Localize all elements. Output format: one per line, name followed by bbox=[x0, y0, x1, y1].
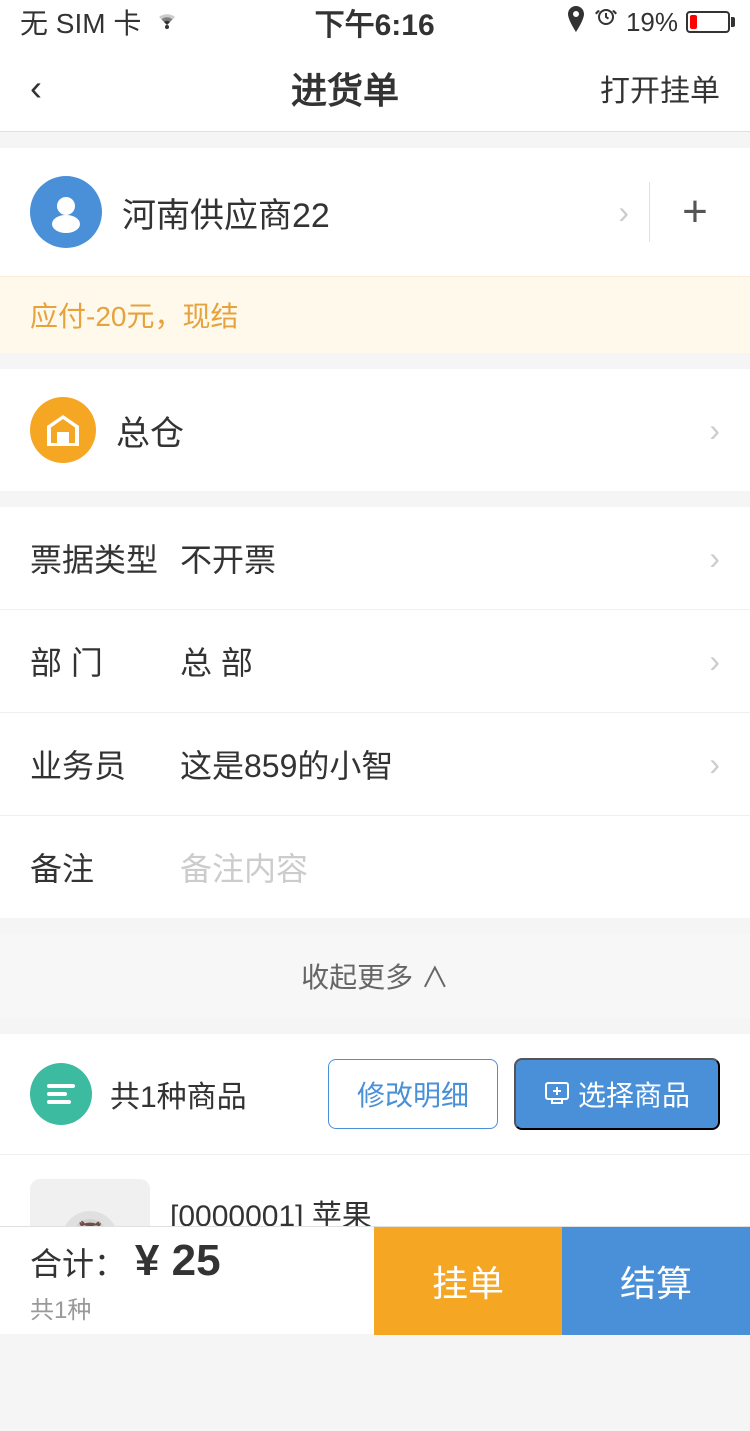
salesperson-row[interactable]: 业务员 这是859的小智 › bbox=[0, 713, 750, 816]
total-count: 共1种 bbox=[30, 1290, 344, 1325]
checkout-button[interactable]: 结算 bbox=[562, 1227, 750, 1335]
remark-label: 备注 bbox=[30, 844, 170, 890]
warehouse-name: 总仓 bbox=[116, 406, 709, 455]
bottom-spacer bbox=[0, 1323, 750, 1431]
add-supplier-button[interactable]: + bbox=[670, 187, 720, 237]
total-line: 合计： ¥ 25 bbox=[30, 1236, 344, 1286]
collapse-row[interactable]: 收起更多 ∧ bbox=[0, 934, 750, 1018]
network-label: 无 SIM 卡 bbox=[20, 2, 141, 42]
supplier-row[interactable]: 河南供应商22 › + bbox=[0, 148, 750, 276]
supplier-chevron-icon: › bbox=[618, 194, 629, 231]
warehouse-section: 总仓 › bbox=[0, 369, 750, 491]
status-left: 无 SIM 卡 bbox=[20, 2, 183, 42]
remark-row[interactable]: 备注 备注内容 bbox=[0, 816, 750, 918]
status-bar: 无 SIM 卡 下午6:16 19% bbox=[0, 0, 750, 44]
total-section: 合计： ¥ 25 共1种 bbox=[0, 1236, 374, 1325]
location-icon bbox=[566, 6, 586, 39]
notice-bar: 应付-20元，现结 bbox=[0, 276, 750, 353]
remark-placeholder: 备注内容 bbox=[170, 844, 720, 890]
page-title: 进货单 bbox=[291, 62, 399, 114]
department-row[interactable]: 部 门 总 部 › bbox=[0, 610, 750, 713]
back-button[interactable]: ‹ bbox=[30, 67, 90, 109]
invoice-type-label: 票据类型 bbox=[30, 535, 170, 581]
supplier-avatar bbox=[30, 176, 102, 248]
invoice-type-chevron: › bbox=[709, 540, 720, 577]
form-section: 票据类型 不开票 › 部 门 总 部 › 业务员 这是859的小智 › 备注 备… bbox=[0, 507, 750, 918]
supplier-section: 河南供应商22 › + 应付-20元，现结 bbox=[0, 148, 750, 353]
department-value: 总 部 bbox=[170, 638, 709, 684]
department-chevron: › bbox=[709, 643, 720, 680]
product-header: 共1种商品 修改明细 选择商品 bbox=[0, 1034, 750, 1155]
edit-detail-button[interactable]: 修改明细 bbox=[328, 1059, 498, 1129]
select-product-label: 选择商品 bbox=[578, 1074, 690, 1114]
warehouse-icon bbox=[30, 397, 96, 463]
time-label: 下午6:16 bbox=[315, 0, 435, 44]
bottom-bar: 合计： ¥ 25 共1种 挂单 结算 bbox=[0, 1226, 750, 1334]
total-label: 合计： bbox=[30, 1246, 126, 1282]
open-pending-button[interactable]: 打开挂单 bbox=[600, 66, 720, 110]
salesperson-chevron: › bbox=[709, 746, 720, 783]
wifi-icon bbox=[151, 6, 183, 38]
warehouse-row[interactable]: 总仓 › bbox=[0, 369, 750, 491]
salesperson-value: 这是859的小智 bbox=[170, 741, 709, 787]
product-count-icon bbox=[30, 1063, 92, 1125]
warehouse-chevron-icon: › bbox=[709, 412, 720, 449]
battery-icon bbox=[686, 11, 730, 33]
product-count-label: 共1种商品 bbox=[110, 1072, 328, 1116]
department-label: 部 门 bbox=[30, 638, 170, 684]
battery-fill bbox=[690, 15, 697, 29]
select-product-button[interactable]: 选择商品 bbox=[514, 1058, 720, 1130]
battery-label: 19% bbox=[626, 7, 678, 38]
alarm-icon bbox=[594, 7, 618, 38]
supplier-name: 河南供应商22 bbox=[122, 188, 618, 237]
collapse-label: 收起更多 ∧ bbox=[301, 956, 449, 996]
nav-bar: ‹ 进货单 打开挂单 bbox=[0, 44, 750, 132]
total-amount: ¥ 25 bbox=[135, 1236, 221, 1285]
status-right: 19% bbox=[566, 6, 730, 39]
suspend-button[interactable]: 挂单 bbox=[374, 1227, 562, 1335]
invoice-type-row[interactable]: 票据类型 不开票 › bbox=[0, 507, 750, 610]
divider bbox=[649, 182, 650, 242]
salesperson-label: 业务员 bbox=[30, 741, 170, 787]
notice-text: 应付-20元，现结 bbox=[30, 301, 238, 332]
invoice-type-value: 不开票 bbox=[170, 535, 709, 581]
